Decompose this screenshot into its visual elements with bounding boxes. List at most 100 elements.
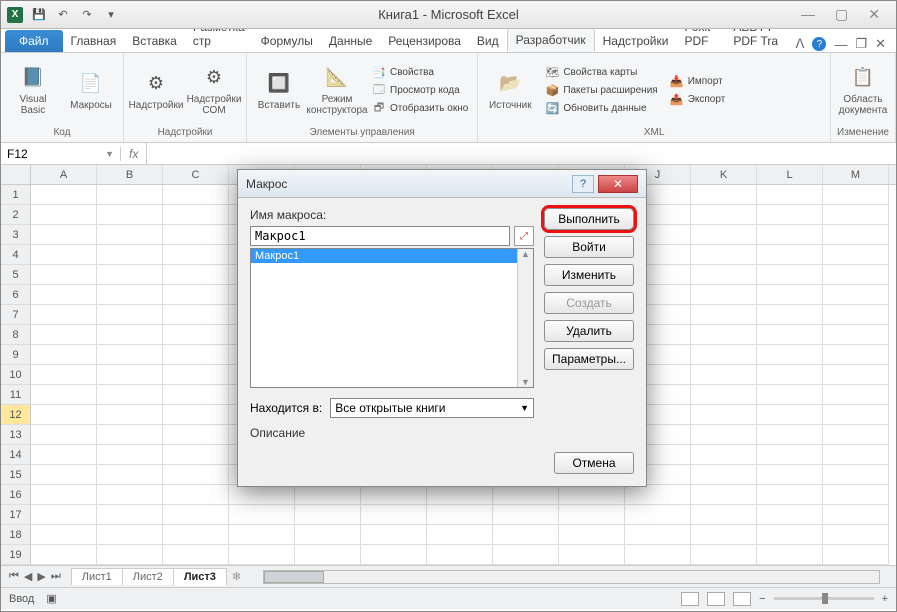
cell[interactable] — [823, 425, 889, 445]
row-header[interactable]: 7 — [1, 305, 31, 325]
cell[interactable] — [163, 185, 229, 205]
cell[interactable] — [757, 465, 823, 485]
row-header[interactable]: 11 — [1, 385, 31, 405]
dialog-help-icon[interactable]: ? — [572, 175, 594, 193]
qat-redo-icon[interactable]: ↷ — [77, 5, 97, 25]
macro-list[interactable]: Макрос1 ▲▼ — [250, 248, 534, 388]
cell[interactable] — [757, 385, 823, 405]
cell[interactable] — [691, 285, 757, 305]
cell[interactable] — [31, 505, 97, 525]
doc-minimize-icon[interactable]: — — [834, 37, 847, 52]
cell[interactable] — [823, 445, 889, 465]
cell[interactable] — [31, 245, 97, 265]
cell[interactable] — [163, 225, 229, 245]
cell[interactable] — [427, 505, 493, 525]
cell[interactable] — [559, 545, 625, 565]
col-header[interactable]: A — [31, 165, 97, 184]
cell[interactable] — [823, 305, 889, 325]
row-header[interactable]: 8 — [1, 325, 31, 345]
cell[interactable] — [493, 525, 559, 545]
step-into-button[interactable]: Войти — [544, 236, 634, 258]
col-header[interactable]: K — [691, 165, 757, 184]
delete-button[interactable]: Удалить — [544, 320, 634, 342]
doc-close-icon[interactable]: ✕ — [875, 36, 886, 52]
dropdown-icon[interactable]: ▼ — [520, 403, 529, 413]
cell[interactable] — [691, 505, 757, 525]
edit-button[interactable]: Изменить — [544, 264, 634, 286]
cell[interactable] — [97, 425, 163, 445]
sheet-nav-last-icon[interactable]: ⏭ — [49, 570, 63, 583]
tab-file[interactable]: Файл — [5, 30, 63, 52]
cell[interactable] — [757, 205, 823, 225]
show-window-button[interactable]: 🗗Отобразить окно — [369, 100, 471, 116]
tab-formulas[interactable]: Формулы — [253, 30, 321, 52]
cell[interactable] — [559, 525, 625, 545]
cell[interactable] — [163, 445, 229, 465]
cell[interactable] — [31, 425, 97, 445]
cell[interactable] — [493, 485, 559, 505]
row-header[interactable]: 13 — [1, 425, 31, 445]
cell[interactable] — [757, 345, 823, 365]
row-header[interactable]: 17 — [1, 505, 31, 525]
cell[interactable] — [97, 225, 163, 245]
macro-list-item[interactable]: Макрос1 — [251, 249, 533, 263]
view-code-button[interactable]: 🗔Просмотр кода — [369, 82, 471, 98]
zoom-in-icon[interactable]: + — [882, 593, 888, 605]
col-header[interactable]: B — [97, 165, 163, 184]
row-header[interactable]: 6 — [1, 285, 31, 305]
cell[interactable] — [757, 285, 823, 305]
cell[interactable] — [823, 265, 889, 285]
scroll-up-icon[interactable]: ▲ — [521, 249, 530, 259]
cell[interactable] — [691, 405, 757, 425]
cell[interactable] — [31, 305, 97, 325]
cell[interactable] — [31, 325, 97, 345]
cell[interactable] — [31, 185, 97, 205]
view-page-layout-icon[interactable] — [707, 592, 725, 606]
row-header[interactable]: 4 — [1, 245, 31, 265]
location-select[interactable]: Все открытые книги ▼ — [330, 398, 534, 418]
cell[interactable] — [163, 545, 229, 565]
cell[interactable] — [757, 325, 823, 345]
ribbon-minimize-icon[interactable]: ᐱ — [796, 36, 805, 52]
cell[interactable] — [691, 365, 757, 385]
tab-data[interactable]: Данные — [321, 30, 380, 52]
name-box[interactable]: F12 ▼ — [1, 147, 121, 161]
cell[interactable] — [31, 225, 97, 245]
cell[interactable] — [559, 485, 625, 505]
cell[interactable] — [163, 265, 229, 285]
cell[interactable] — [823, 185, 889, 205]
refresh-data-button[interactable]: 🔄Обновить данные — [542, 100, 660, 116]
cell[interactable] — [361, 505, 427, 525]
cell[interactable] — [97, 385, 163, 405]
insert-control-button[interactable]: 🔲Вставить — [253, 70, 305, 111]
cell[interactable] — [625, 525, 691, 545]
cell[interactable] — [31, 345, 97, 365]
row-header[interactable]: 3 — [1, 225, 31, 245]
cell[interactable] — [691, 345, 757, 365]
cell[interactable] — [97, 305, 163, 325]
cell[interactable] — [691, 425, 757, 445]
cell[interactable] — [757, 245, 823, 265]
cell[interactable] — [757, 525, 823, 545]
row-header[interactable]: 12 — [1, 405, 31, 425]
formula-input[interactable] — [146, 143, 896, 164]
cell[interactable] — [97, 465, 163, 485]
cell[interactable] — [97, 525, 163, 545]
cell[interactable] — [163, 425, 229, 445]
cell[interactable] — [31, 525, 97, 545]
cell[interactable] — [295, 545, 361, 565]
sheet-tab-active[interactable]: Лист3 — [173, 568, 227, 586]
properties-button[interactable]: 📑Свойства — [369, 64, 471, 80]
cell[interactable] — [823, 365, 889, 385]
scrollbar-thumb[interactable] — [264, 571, 324, 583]
cell[interactable] — [31, 385, 97, 405]
source-button[interactable]: 📂Источник — [484, 70, 536, 111]
doc-restore-icon[interactable]: ❐ — [855, 36, 867, 52]
cell[interactable] — [823, 385, 889, 405]
row-header[interactable]: 9 — [1, 345, 31, 365]
cell[interactable] — [691, 445, 757, 465]
cell[interactable] — [97, 185, 163, 205]
cell[interactable] — [163, 365, 229, 385]
cell[interactable] — [691, 325, 757, 345]
cell[interactable] — [757, 505, 823, 525]
